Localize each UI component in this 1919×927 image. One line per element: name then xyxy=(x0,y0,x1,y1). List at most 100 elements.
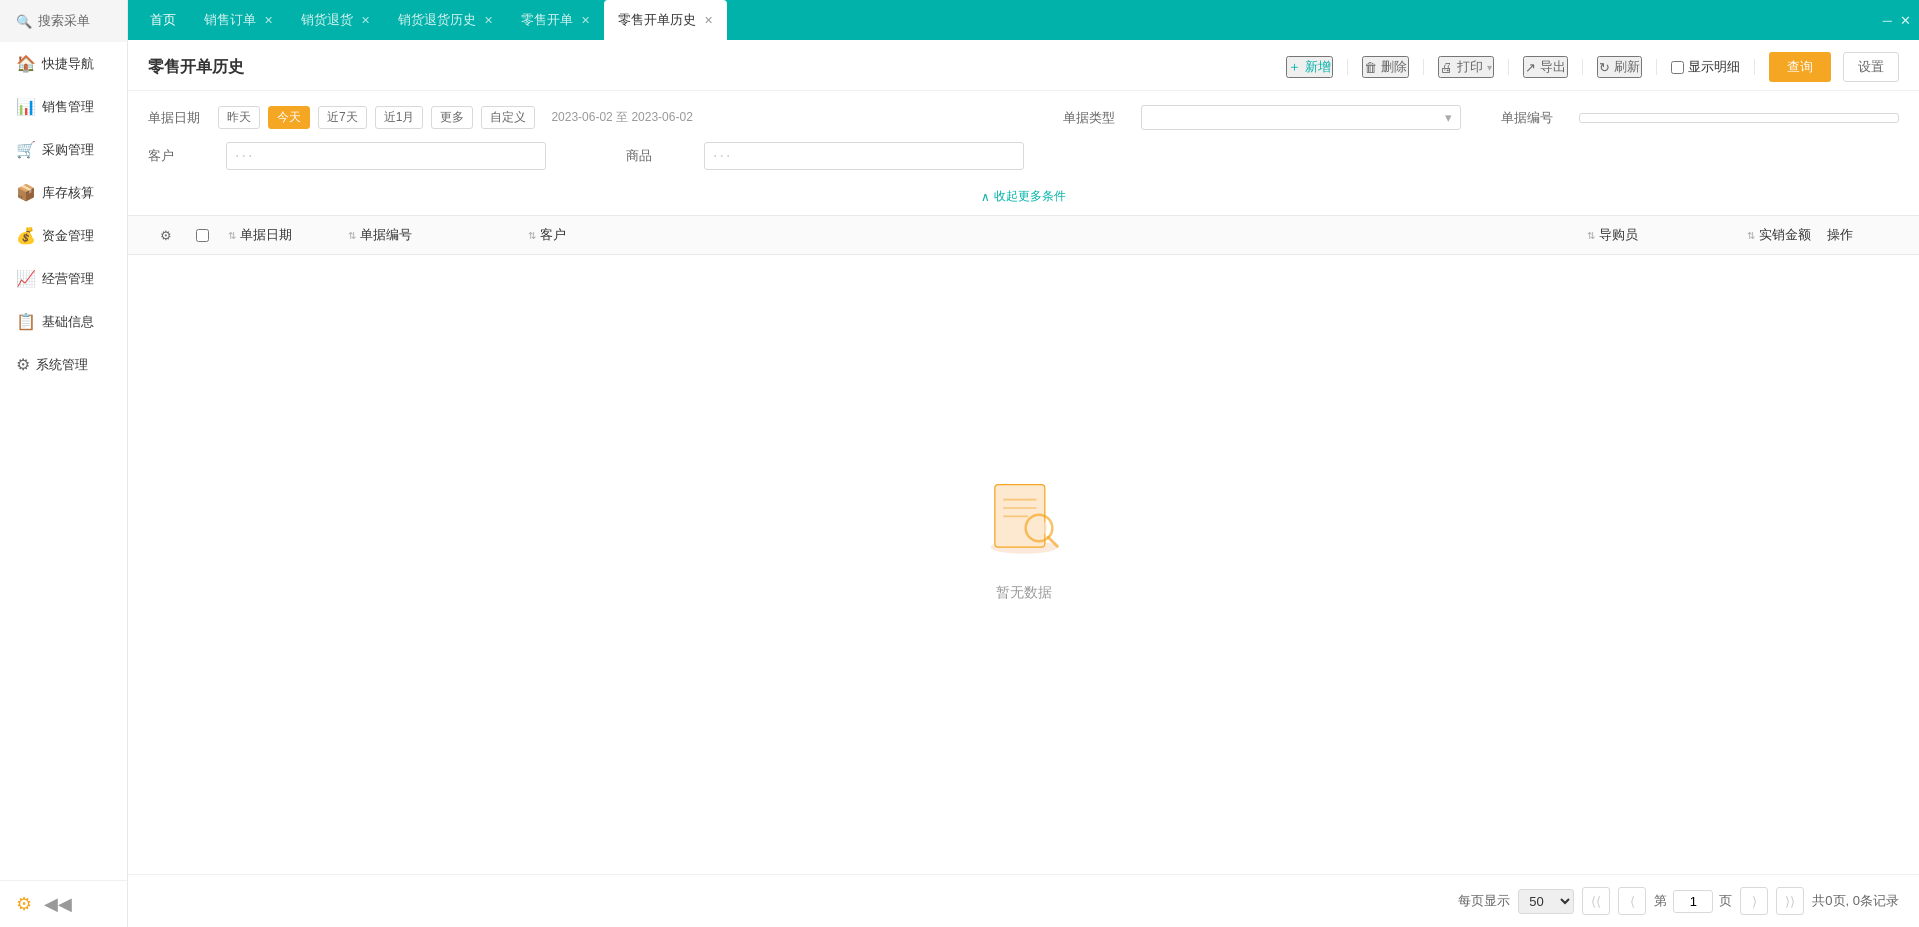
display-cols-toggle[interactable]: 显示明细 xyxy=(1671,58,1740,76)
print-arrow-icon: ▾ xyxy=(1487,62,1492,73)
tab-sales-return[interactable]: 销货退货 ✕ xyxy=(287,0,384,40)
print-icon: 🖨 xyxy=(1440,60,1453,75)
client-input[interactable]: ··· xyxy=(226,142,546,170)
display-cols-checkbox[interactable] xyxy=(1671,61,1684,74)
col-date-label: 单据日期 xyxy=(240,226,292,244)
tab-sales-order-close[interactable]: ✕ xyxy=(264,14,273,27)
col-ops-label: 操作 xyxy=(1827,226,1853,244)
delete-button[interactable]: 🗑 删除 xyxy=(1362,56,1409,78)
doc-type-select[interactable]: ▾ xyxy=(1141,105,1461,130)
delete-icon: 🗑 xyxy=(1364,60,1377,75)
print-label: 打印 xyxy=(1457,58,1483,76)
sort-icon[interactable]: ⇅ xyxy=(228,230,236,241)
first-page-btn[interactable]: ⟨⟨ xyxy=(1582,887,1610,915)
sidebar-item-basic-info[interactable]: 📋 基础信息 xyxy=(0,300,127,343)
refresh-label: 刷新 xyxy=(1614,58,1640,76)
doc-type-label: 单据类型 xyxy=(1063,109,1133,127)
tab-retail-open-label: 零售开单 xyxy=(521,11,573,29)
per-page-select[interactable]: 50 100 200 xyxy=(1518,889,1574,914)
inventory-icon: 📦 xyxy=(16,183,36,202)
pagination: 每页显示 50 100 200 ⟨⟨ ⟨ 第 页 ⟩ ⟩⟩ 共0页, 0条记录 xyxy=(128,874,1919,927)
col-header-ops: 操作 xyxy=(1819,226,1899,244)
print-button[interactable]: 🖨 打印 ▾ xyxy=(1438,56,1494,78)
window-minimize-btn[interactable]: ─ xyxy=(1883,13,1892,28)
tab-retail-open[interactable]: 零售开单 ✕ xyxy=(507,0,604,40)
sidebar-item-label: 库存核算 xyxy=(42,184,94,202)
sidebar-item-label: 快捷导航 xyxy=(42,55,94,73)
last7days-btn[interactable]: 近7天 xyxy=(318,106,367,129)
next-page-btn[interactable]: ⟩ xyxy=(1740,887,1768,915)
page-input-wrap: 第 页 xyxy=(1654,890,1732,913)
add-icon: ＋ xyxy=(1288,58,1301,76)
doc-num-input[interactable] xyxy=(1579,113,1899,123)
tab-sales-order-label: 销售订单 xyxy=(204,11,256,29)
window-close-btn[interactable]: ✕ xyxy=(1900,13,1911,28)
sidebar-item-label: 资金管理 xyxy=(42,227,94,245)
tab-sales-return-history[interactable]: 销货退货历史 ✕ xyxy=(384,0,507,40)
sidebar-search-label: 搜索采单 xyxy=(38,12,90,30)
tab-sales-order[interactable]: 销售订单 ✕ xyxy=(190,0,287,40)
tab-home-label: 首页 xyxy=(150,11,176,29)
col-num-label: 单据编号 xyxy=(360,226,412,244)
today-btn[interactable]: 今天 xyxy=(268,106,310,129)
yesterday-btn[interactable]: 昨天 xyxy=(218,106,260,129)
page-label: 第 xyxy=(1654,892,1667,910)
divider2 xyxy=(1423,59,1424,75)
add-button[interactable]: ＋ 新增 xyxy=(1286,56,1333,78)
goods-input[interactable]: ··· xyxy=(704,142,1024,170)
toolbar: ＋ 新增 🗑 删除 🖨 打印 ▾ ↗ 导出 xyxy=(1286,52,1899,82)
last1month-btn[interactable]: 近1月 xyxy=(375,106,424,129)
doc-num-label: 单据编号 xyxy=(1501,109,1571,127)
query-button[interactable]: 查询 xyxy=(1769,52,1831,82)
column-settings-btn[interactable]: ⚙ xyxy=(148,228,184,243)
tab-retail-open-history-close[interactable]: ✕ xyxy=(704,14,713,27)
settings-gear-icon[interactable]: ⚙ xyxy=(16,893,32,915)
col-header-date: ⇅ 单据日期 xyxy=(220,226,340,244)
col-guide-label: 导购员 xyxy=(1599,226,1638,244)
svg-point-6 xyxy=(1030,519,1047,536)
sidebar-search[interactable]: 🔍 搜索采单 xyxy=(0,0,127,42)
filter-row-2: 客户 ··· 商品 ··· xyxy=(148,142,1899,170)
sidebar-item-label: 系统管理 xyxy=(36,356,88,374)
refresh-button[interactable]: ↻ 刷新 xyxy=(1597,56,1642,78)
sort-client-icon[interactable]: ⇅ xyxy=(528,230,536,241)
collapse-sidebar-icon[interactable]: ◀◀ xyxy=(44,893,72,915)
more-btn[interactable]: 更多 xyxy=(431,106,473,129)
prev-page-btn[interactable]: ⟨ xyxy=(1618,887,1646,915)
sidebar-item-inventory[interactable]: 📦 库存核算 xyxy=(0,171,127,214)
goods-dots: ··· xyxy=(713,147,732,165)
filter-area: 单据日期 昨天 今天 近7天 近1月 更多 自定义 2023-06-02 至 2… xyxy=(128,91,1919,215)
sort-guide-icon[interactable]: ⇅ xyxy=(1587,230,1595,241)
page-input[interactable] xyxy=(1673,890,1713,913)
sidebar-item-sales-mgmt[interactable]: 📊 销售管理 xyxy=(0,85,127,128)
collapse-bar[interactable]: ∧ 收起更多条件 xyxy=(148,182,1899,215)
export-button[interactable]: ↗ 导出 xyxy=(1523,56,1568,78)
col-client-label: 客户 xyxy=(540,226,566,244)
sidebar-item-quick-nav[interactable]: 🏠 快捷导航 xyxy=(0,42,127,85)
per-page-label: 每页显示 xyxy=(1458,892,1510,910)
tab-sales-return-history-close[interactable]: ✕ xyxy=(484,14,493,27)
basic-info-icon: 📋 xyxy=(16,312,36,331)
sort-num-icon[interactable]: ⇅ xyxy=(348,230,356,241)
sort-amount-icon[interactable]: ⇅ xyxy=(1747,230,1755,241)
sidebar-item-operations[interactable]: 📈 经营管理 xyxy=(0,257,127,300)
sidebar-item-sys-mgmt[interactable]: ⚙ 系统管理 xyxy=(0,343,127,386)
refresh-icon: ↻ xyxy=(1599,60,1610,75)
client-dots: ··· xyxy=(235,147,254,165)
sidebar-item-purchase-mgmt[interactable]: 🛒 采购管理 xyxy=(0,128,127,171)
collapse-label: 收起更多条件 xyxy=(994,188,1066,205)
custom-btn[interactable]: 自定义 xyxy=(481,106,535,129)
empty-state: 暂无数据 xyxy=(128,255,1919,874)
tab-retail-open-history[interactable]: 零售开单历史 ✕ xyxy=(604,0,727,40)
select-all-checkbox[interactable] xyxy=(196,229,209,242)
divider4 xyxy=(1582,59,1583,75)
last-page-btn[interactable]: ⟩⟩ xyxy=(1776,887,1804,915)
tab-home[interactable]: 首页 xyxy=(136,0,190,40)
setting-button[interactable]: 设置 xyxy=(1843,52,1899,82)
add-label: 新增 xyxy=(1305,58,1331,76)
tab-sales-return-close[interactable]: ✕ xyxy=(361,14,370,27)
sidebar-item-finance[interactable]: 💰 资金管理 xyxy=(0,214,127,257)
date-range-display: 2023-06-02 至 2023-06-02 xyxy=(551,109,692,126)
tab-retail-open-close[interactable]: ✕ xyxy=(581,14,590,27)
col-header-client: ⇅ 客户 xyxy=(520,226,1579,244)
